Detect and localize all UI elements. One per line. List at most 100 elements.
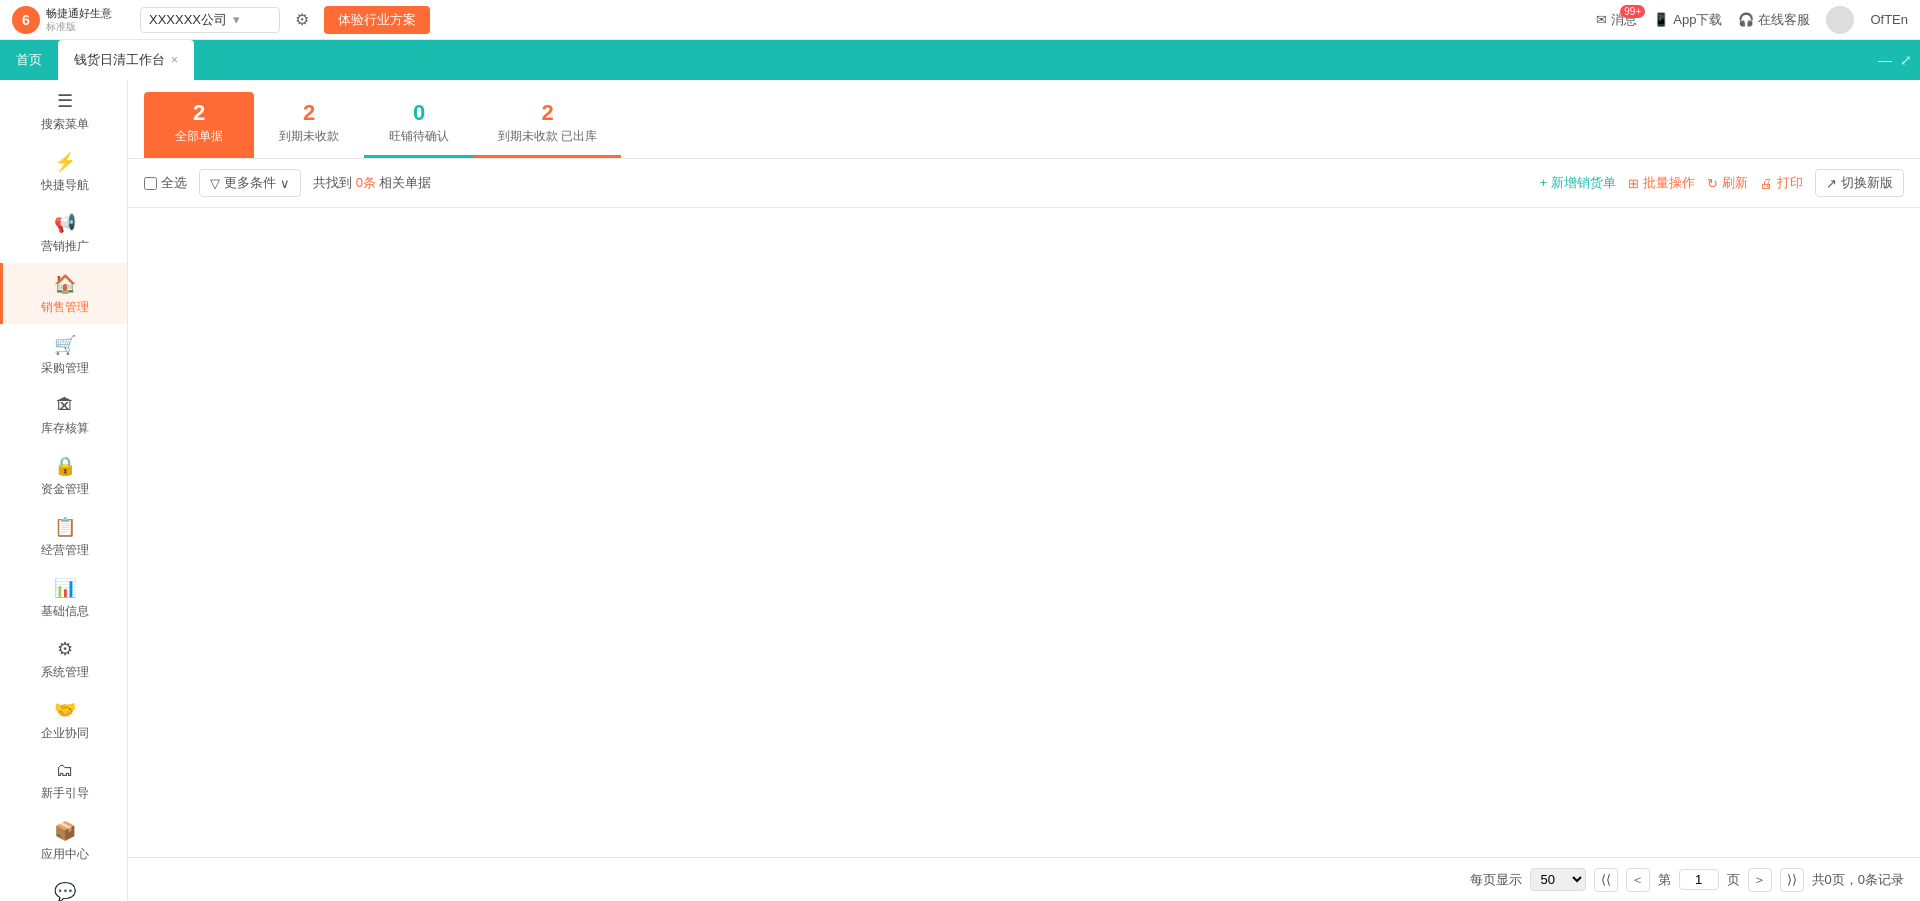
tab-active[interactable]: 钱货日清工作台 × xyxy=(58,40,194,80)
marketing-icon: 📢 xyxy=(54,212,76,234)
sidebar-item-inventory[interactable]: 🏚 库存核算 xyxy=(0,385,127,445)
stat-tab-overdue[interactable]: 2 到期未收款 xyxy=(254,92,364,158)
search-menu-icon: ☰ xyxy=(57,90,73,112)
first-page-button[interactable]: ⟨⟨ xyxy=(1594,868,1618,892)
sidebar-item-finance[interactable]: 🔒 资金管理 xyxy=(0,445,127,506)
sidebar-item-wechat[interactable]: 💬 企业微信 xyxy=(0,871,127,901)
download-icon: 📱 xyxy=(1653,12,1669,27)
print-icon: 🖨 xyxy=(1760,176,1773,191)
tab-home[interactable]: 首页 xyxy=(0,40,58,80)
sidebar-item-guide[interactable]: 🗂 新手引导 xyxy=(0,750,127,810)
stat-label-wangpu: 旺铺待确认 xyxy=(389,128,449,145)
stat-number-wangpu: 0 xyxy=(413,100,425,126)
tab-bar: 首页 钱货日清工作台 × — ⤢ xyxy=(0,40,1920,80)
sidebar-item-app-center[interactable]: 📦 应用中心 xyxy=(0,810,127,871)
add-sale-label: + 新增销货单 xyxy=(1540,174,1616,192)
page-summary: 共0页，0条记录 xyxy=(1812,871,1904,889)
next-page-button[interactable]: ＞ xyxy=(1748,868,1772,892)
guide-icon: 🗂 xyxy=(56,760,74,781)
top-header: 6 畅捷通好生意 标准版 XXXXXX公司 ▾ ⚙ 体验行业方案 ✉ 消息 99… xyxy=(0,0,1920,40)
app-logo: 6 xyxy=(12,6,40,34)
page-size-select[interactable]: 50 10 20 100 xyxy=(1530,868,1586,891)
refresh-button[interactable]: ↻ 刷新 xyxy=(1707,174,1748,192)
chevron-down-icon: ▾ xyxy=(233,12,240,27)
sidebar-item-system[interactable]: ⚙ 系统管理 xyxy=(0,628,127,689)
batch-icon: ⊞ xyxy=(1628,176,1639,191)
sidebar-item-sales[interactable]: 🏠 销售管理 xyxy=(0,263,127,324)
page-label: 第 xyxy=(1658,871,1671,889)
filter-label: 更多条件 xyxy=(224,174,276,192)
new-version-button[interactable]: ↗ 切换新版 xyxy=(1815,169,1904,197)
sidebar-item-search-menu[interactable]: ☰ 搜索菜单 xyxy=(0,80,127,141)
service-icon: 🎧 xyxy=(1738,12,1754,27)
page-size-label: 每页显示 xyxy=(1470,871,1522,889)
sidebar-item-purchase[interactable]: 🛒 采购管理 xyxy=(0,324,127,385)
stat-tab-overdue-shipped[interactable]: 2 到期未收款 已出库 xyxy=(474,92,621,158)
wechat-icon: 💬 xyxy=(54,881,76,901)
last-page-button[interactable]: ⟩⟩ xyxy=(1780,868,1804,892)
select-all-label: 全选 xyxy=(161,174,187,192)
stat-tab-wangpu[interactable]: 0 旺铺待确认 xyxy=(364,92,474,158)
avatar[interactable] xyxy=(1826,6,1854,34)
tab-bar-actions: — ⤢ xyxy=(1878,52,1920,68)
sidebar-label-cooperation: 企业协同 xyxy=(41,725,89,742)
print-button[interactable]: 🖨 打印 xyxy=(1760,174,1803,192)
settings-button[interactable]: ⚙ xyxy=(288,6,316,34)
sidebar-item-cooperation[interactable]: 🤝 企业协同 xyxy=(0,689,127,750)
prev-page-button[interactable]: ＜ xyxy=(1626,868,1650,892)
username[interactable]: OfTEn xyxy=(1870,12,1908,27)
tab-minimize-icon[interactable]: — xyxy=(1878,52,1892,68)
gear-icon: ⚙ xyxy=(295,10,309,29)
select-all-checkbox[interactable]: 全选 xyxy=(144,174,187,192)
sidebar-item-operations[interactable]: 📋 经营管理 xyxy=(0,506,127,567)
stat-number-overdue-shipped: 2 xyxy=(542,100,554,126)
sidebar-label-system: 系统管理 xyxy=(41,664,89,681)
basic-info-icon: 📊 xyxy=(54,577,76,599)
stat-number-all: 2 xyxy=(193,100,205,126)
sidebar-label-inventory: 库存核算 xyxy=(41,420,89,437)
sidebar-label-sales: 销售管理 xyxy=(41,299,89,316)
add-sale-order-button[interactable]: + 新增销货单 xyxy=(1540,174,1616,192)
stat-tab-all[interactable]: 2 全部单据 xyxy=(144,92,254,158)
sidebar-item-quick-nav[interactable]: ⚡ 快捷导航 xyxy=(0,141,127,202)
operations-icon: 📋 xyxy=(54,516,76,538)
company-selector[interactable]: XXXXXX公司 ▾ xyxy=(140,7,280,33)
found-count: 0条 xyxy=(356,175,376,190)
messages-button[interactable]: ✉ 消息 99+ xyxy=(1596,11,1637,29)
sales-icon: 🏠 xyxy=(54,273,76,295)
online-service-label: 在线客服 xyxy=(1758,11,1810,29)
stat-label-all: 全部单据 xyxy=(175,128,223,145)
messages-badge: 99+ xyxy=(1620,5,1645,18)
tab-close-icon[interactable]: × xyxy=(171,53,178,67)
sidebar-item-basic-info[interactable]: 📊 基础信息 xyxy=(0,567,127,628)
sidebar-label-app-center: 应用中心 xyxy=(41,846,89,863)
tab-restore-icon[interactable]: ⤢ xyxy=(1900,52,1912,68)
batch-operation-button[interactable]: ⊞ 批量操作 xyxy=(1628,174,1695,192)
more-filter-button[interactable]: ▽ 更多条件 ∨ xyxy=(199,169,301,197)
refresh-label: 刷新 xyxy=(1722,174,1748,192)
quick-nav-icon: ⚡ xyxy=(54,151,76,173)
cooperation-icon: 🤝 xyxy=(54,699,76,721)
sidebar: ☰ 搜索菜单 ⚡ 快捷导航 📢 营销推广 🏠 销售管理 🛒 采购管理 🏚 库存核… xyxy=(0,80,128,901)
app-center-icon: 📦 xyxy=(54,820,76,842)
system-icon: ⚙ xyxy=(57,638,73,660)
app-download-label: App下载 xyxy=(1673,11,1722,29)
sidebar-label-guide: 新手引导 xyxy=(41,785,89,802)
new-version-icon: ↗ xyxy=(1826,176,1837,191)
print-label: 打印 xyxy=(1777,174,1803,192)
new-version-label: 切换新版 xyxy=(1841,174,1893,192)
stat-label-overdue-shipped: 到期未收款 已出库 xyxy=(498,128,597,145)
toolbar-right: + 新增销货单 ⊞ 批量操作 ↻ 刷新 🖨 打印 ↗ 切换新版 xyxy=(1540,169,1904,197)
tab-home-label: 首页 xyxy=(16,51,42,69)
page-input[interactable] xyxy=(1679,869,1719,890)
stat-number-overdue: 2 xyxy=(303,100,315,126)
batch-label: 批量操作 xyxy=(1643,174,1695,192)
found-text: 共找到 0条 相关单据 xyxy=(313,174,431,192)
app-name: 畅捷通好生意 标准版 xyxy=(46,6,112,33)
sidebar-item-marketing[interactable]: 📢 营销推广 xyxy=(0,202,127,263)
app-download-button[interactable]: 📱 App下载 xyxy=(1653,11,1722,29)
select-all-input[interactable] xyxy=(144,177,157,190)
toolbar: 全选 ▽ 更多条件 ∨ 共找到 0条 相关单据 + 新增销货单 xyxy=(128,159,1920,208)
trial-button[interactable]: 体验行业方案 xyxy=(324,6,430,34)
online-service-button[interactable]: 🎧 在线客服 xyxy=(1738,11,1810,29)
